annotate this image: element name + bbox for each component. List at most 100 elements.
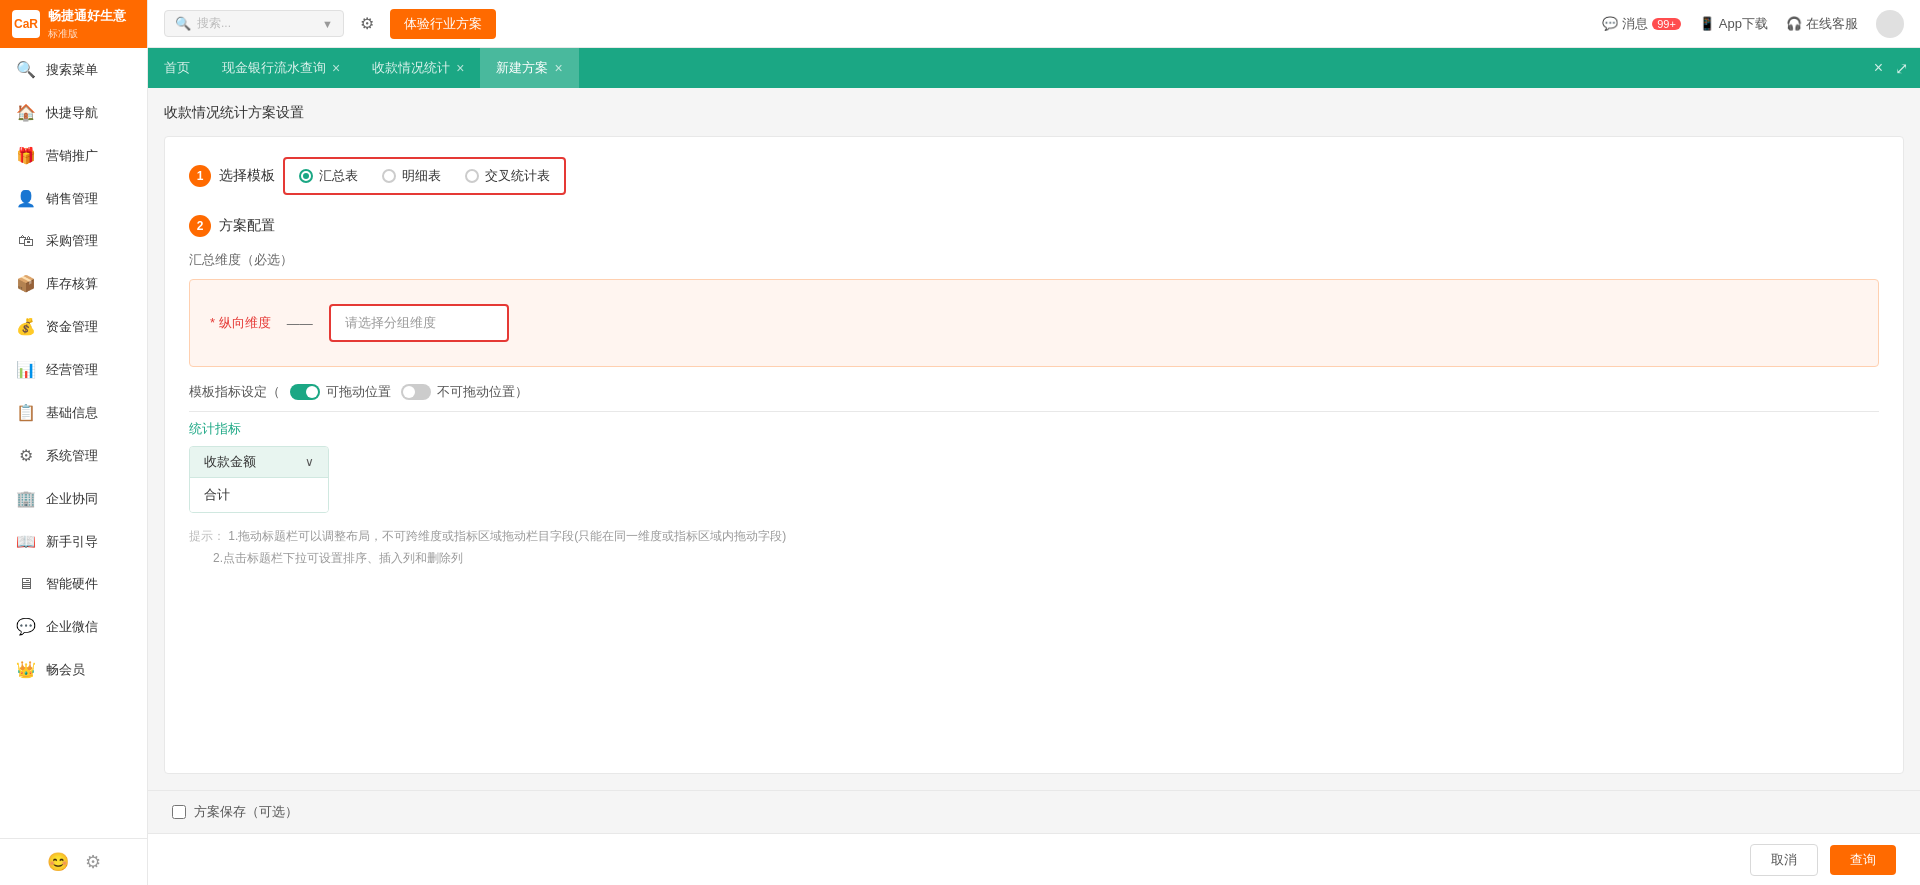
radio-summary[interactable]: 汇总表 [299, 167, 358, 185]
app-name: 畅捷通好生意 [48, 7, 126, 25]
sidebar-item-inventory[interactable]: 📦 库存核算 [0, 262, 147, 305]
sidebar-item-member[interactable]: 👑 畅会员 [0, 648, 147, 691]
vertical-dim-label: 纵向维度 [210, 314, 271, 332]
metrics-section: 模板指标设定（ 可拖动位置 不可拖动位置） [189, 383, 1879, 569]
sidebar-label-marketing: 营销推广 [46, 147, 98, 165]
sidebar-label-wechat: 企业微信 [46, 618, 98, 636]
sidebar: CaR 畅捷通好生意 标准版 🔍 搜索菜单 🏠 快捷导航 🎁 营销推广 👤 销售… [0, 0, 148, 885]
metrics-table-area: 统计指标 收款金额 ∨ 合计 [189, 420, 1879, 516]
logo-icon: CaR [12, 10, 40, 38]
query-button[interactable]: 查询 [1830, 845, 1896, 875]
tabs-right-controls: × ⤢ [1862, 48, 1920, 88]
tab-expand-icon[interactable]: ⤢ [1895, 59, 1908, 78]
tab-bank[interactable]: 现金银行流水查询 × [206, 48, 356, 88]
bag-icon: 🛍 [16, 232, 36, 250]
online-service-item[interactable]: 🎧 在线客服 [1786, 15, 1858, 33]
sidebar-item-basic-info[interactable]: 📋 基础信息 [0, 391, 147, 434]
top-header: 🔍 搜索... ▼ ⚙ 体验行业方案 💬 消息 99+ 📱 App下载 🎧 在线… [148, 0, 1920, 48]
sidebar-item-finance[interactable]: 💰 资金管理 [0, 305, 147, 348]
main-card: 1 选择模板 汇总表 明细表 [164, 136, 1904, 774]
tips-title: 提示： [189, 529, 225, 543]
step2-section: 2 方案配置 汇总维度（必选） 纵向维度 —— 请选择分组维度 [189, 215, 1879, 569]
non-draggable-toggle[interactable]: 不可拖动位置） [401, 383, 528, 401]
metrics-divider [189, 411, 1879, 412]
step1-header: 1 选择模板 汇总表 明细表 [189, 157, 1879, 195]
sidebar-label-finance: 资金管理 [46, 318, 98, 336]
header-right-area: 💬 消息 99+ 📱 App下载 🎧 在线客服 [1602, 10, 1904, 38]
service-label: 在线客服 [1806, 15, 1858, 33]
step2-header: 2 方案配置 [189, 215, 1879, 237]
draggable-toggle[interactable]: 可拖动位置 [290, 383, 391, 401]
sidebar-item-hardware[interactable]: 🖥 智能硬件 [0, 563, 147, 605]
search-icon-small: 🔍 [175, 16, 191, 31]
sidebar-item-search[interactable]: 🔍 搜索菜单 [0, 48, 147, 91]
metrics-table-cell: 合计 [190, 478, 328, 512]
doc-icon: 📋 [16, 403, 36, 422]
sidebar-item-operations[interactable]: 📊 经营管理 [0, 348, 147, 391]
sidebar-label-inventory: 库存核算 [46, 275, 98, 293]
sidebar-item-guide[interactable]: 📖 新手引导 [0, 520, 147, 563]
dimension-area: 纵向维度 —— 请选择分组维度 [189, 279, 1879, 367]
step1-title: 选择模板 [219, 167, 275, 185]
notification-icon: 💬 [1602, 16, 1618, 31]
trial-industry-button[interactable]: 体验行业方案 [390, 9, 496, 39]
user-icon: 👤 [16, 189, 36, 208]
tab-receipt[interactable]: 收款情况统计 × [356, 48, 480, 88]
building-icon: 🏢 [16, 489, 36, 508]
toggle-track-on[interactable] [290, 384, 320, 400]
sidebar-item-system[interactable]: ⚙ 系统管理 [0, 434, 147, 477]
sidebar-bottom-icon-right[interactable]: ⚙ [85, 851, 101, 873]
sidebar-item-quick-nav[interactable]: 🏠 快捷导航 [0, 91, 147, 134]
sidebar-logo: CaR 畅捷通好生意 标准版 [0, 0, 147, 48]
step1-num: 1 [189, 165, 211, 187]
metrics-col-chevron[interactable]: ∨ [305, 455, 314, 469]
tab-home[interactable]: 首页 [148, 48, 206, 88]
sidebar-item-marketing[interactable]: 🎁 营销推广 [0, 134, 147, 177]
tab-new-plan[interactable]: 新建方案 × [480, 48, 578, 88]
metrics-table: 收款金额 ∨ 合计 [189, 446, 329, 513]
dim-select-box[interactable]: 请选择分组维度 [329, 304, 509, 342]
toggle-track-off[interactable] [401, 384, 431, 400]
book-icon: 📖 [16, 532, 36, 551]
sidebar-label-operations: 经营管理 [46, 361, 98, 379]
sidebar-bottom-icon-left[interactable]: 😊 [47, 851, 69, 873]
sidebar-item-enterprise[interactable]: 🏢 企业协同 [0, 477, 147, 520]
chart-icon: 📊 [16, 360, 36, 379]
step2-title: 方案配置 [219, 217, 275, 235]
tab-close-all-icon[interactable]: × [1874, 59, 1883, 77]
notification-item[interactable]: 💬 消息 99+ [1602, 15, 1681, 33]
radio-cross-circle [465, 169, 479, 183]
sidebar-item-sales[interactable]: 👤 销售管理 [0, 177, 147, 220]
metrics-header-row: 模板指标设定（ 可拖动位置 不可拖动位置） [189, 383, 1879, 401]
sidebar-label-guide: 新手引导 [46, 533, 98, 551]
tab-receipt-label: 收款情况统计 [372, 59, 450, 77]
user-avatar[interactable] [1876, 10, 1904, 38]
home-icon: 🏠 [16, 103, 36, 122]
non-draggable-label: 不可拖动位置） [437, 383, 528, 401]
gift-icon: 🎁 [16, 146, 36, 165]
sidebar-item-purchase[interactable]: 🛍 采购管理 [0, 220, 147, 262]
content-area: 收款情况统计方案设置 1 选择模板 汇总表 [148, 88, 1920, 790]
tab-bank-close[interactable]: × [332, 60, 340, 76]
header-search-bar[interactable]: 🔍 搜索... ▼ [164, 10, 344, 37]
sidebar-item-wechat[interactable]: 💬 企业微信 [0, 605, 147, 648]
tabs-spacer [579, 48, 1862, 88]
tab-receipt-close[interactable]: × [456, 60, 464, 76]
radio-detail[interactable]: 明细表 [382, 167, 441, 185]
toggle-thumb-on [306, 386, 318, 398]
tips-text-2: 2.点击标题栏下拉可设置排序、插入列和删除列 [213, 551, 463, 565]
app-edition: 标准版 [48, 27, 126, 41]
sidebar-label-quick-nav: 快捷导航 [46, 104, 98, 122]
search-dropdown-arrow[interactable]: ▼ [322, 18, 333, 30]
sidebar-label-purchase: 采购管理 [46, 232, 98, 250]
radio-cross[interactable]: 交叉统计表 [465, 167, 550, 185]
tab-new-plan-close[interactable]: × [554, 60, 562, 76]
cancel-button[interactable]: 取消 [1750, 844, 1818, 876]
template-radio-group: 汇总表 明细表 交叉统计表 [283, 157, 566, 195]
settings-gear-icon[interactable]: ⚙ [360, 14, 374, 33]
app-download-item[interactable]: 📱 App下载 [1699, 15, 1768, 33]
save-label: 方案保存（可选） [194, 803, 298, 821]
sidebar-label-member: 畅会员 [46, 661, 85, 679]
notification-badge: 99+ [1652, 18, 1681, 30]
save-checkbox[interactable] [172, 805, 186, 819]
